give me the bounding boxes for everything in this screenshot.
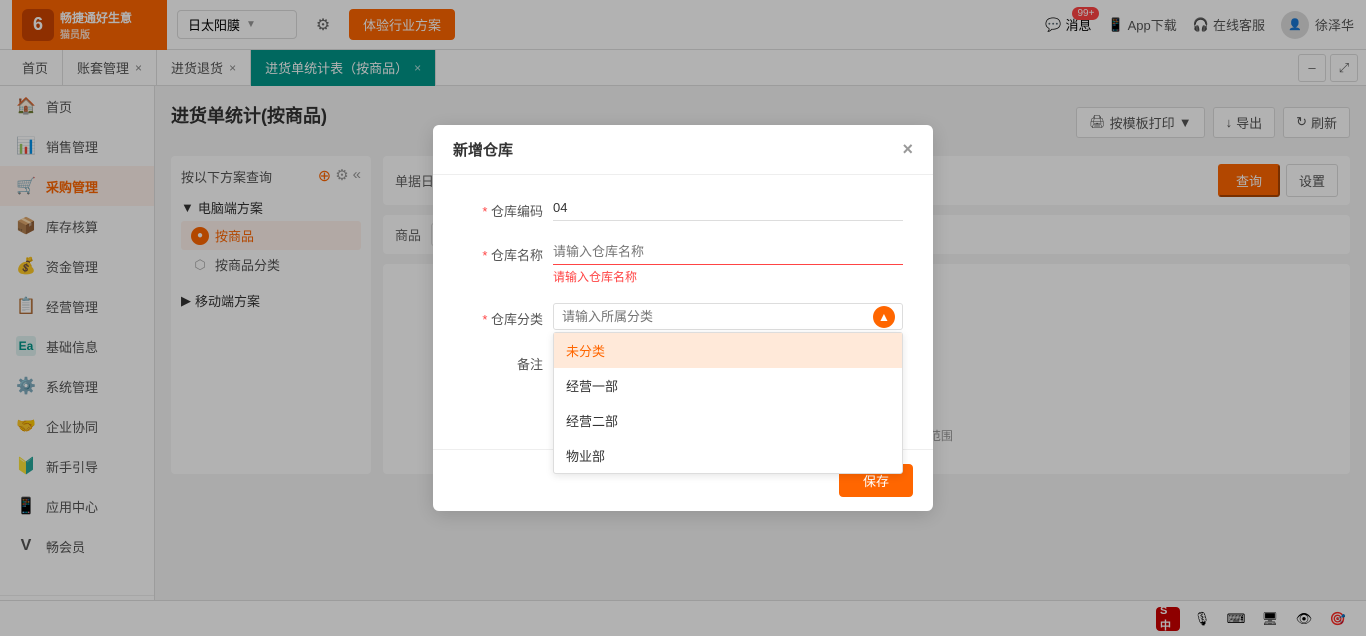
add-warehouse-modal: 新增仓库 × 仓库编码 仓库名称 请输入仓库名称 仓库分类 bbox=[433, 125, 933, 511]
code-input[interactable] bbox=[553, 195, 903, 221]
modal-close-button[interactable]: × bbox=[902, 139, 913, 160]
category-input[interactable] bbox=[553, 303, 903, 330]
category-label: 仓库分类 bbox=[463, 303, 543, 328]
category-toggle-btn[interactable]: ▲ bbox=[873, 306, 895, 328]
category-option-1[interactable]: 经营一部 bbox=[554, 368, 902, 403]
modal-overlay: 新增仓库 × 仓库编码 仓库名称 请输入仓库名称 仓库分类 bbox=[0, 0, 1366, 636]
name-label: 仓库名称 bbox=[463, 239, 543, 264]
name-input-wrap: 请输入仓库名称 bbox=[553, 239, 903, 285]
modal-header: 新增仓库 × bbox=[433, 125, 933, 175]
form-row-code: 仓库编码 bbox=[463, 195, 903, 221]
category-dropdown: 未分类 经营一部 经营二部 物业部 bbox=[553, 332, 903, 474]
name-error-msg: 请输入仓库名称 bbox=[553, 268, 903, 285]
code-label: 仓库编码 bbox=[463, 195, 543, 220]
name-input[interactable] bbox=[553, 239, 903, 265]
modal-title: 新增仓库 bbox=[453, 139, 513, 160]
category-option-3[interactable]: 物业部 bbox=[554, 438, 902, 473]
category-option-2[interactable]: 经营二部 bbox=[554, 403, 902, 438]
form-row-name: 仓库名称 请输入仓库名称 bbox=[463, 239, 903, 285]
note-label: 备注 bbox=[463, 348, 543, 373]
form-row-category: 仓库分类 ▲ 未分类 经营一部 经营二部 物业部 bbox=[463, 303, 903, 330]
code-input-wrap bbox=[553, 195, 903, 221]
category-input-wrap: ▲ 未分类 经营一部 经营二部 物业部 bbox=[553, 303, 903, 330]
modal-body: 仓库编码 仓库名称 请输入仓库名称 仓库分类 ▲ bbox=[433, 175, 933, 449]
category-option-0[interactable]: 未分类 bbox=[554, 333, 902, 368]
